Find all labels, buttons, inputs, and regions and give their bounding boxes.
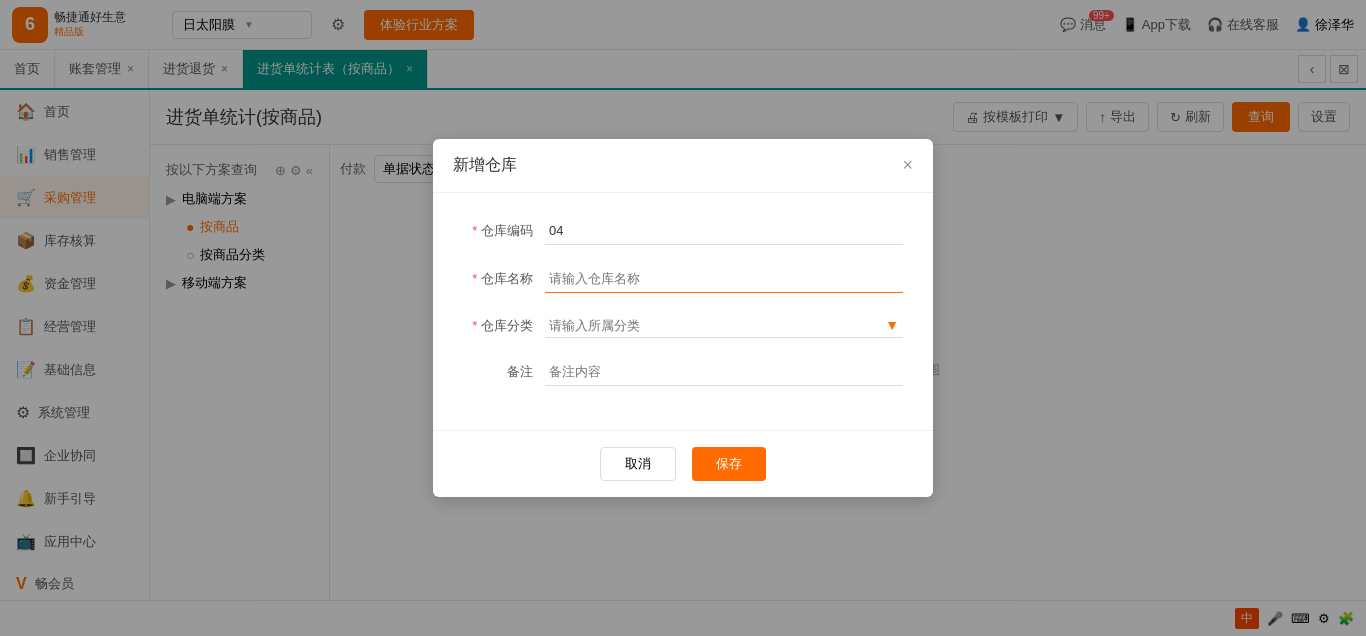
form-row-category: 仓库分类 ▼ [463,313,903,338]
code-input[interactable] [545,217,903,245]
category-input[interactable] [549,318,885,333]
note-label: 备注 [463,363,533,381]
save-button[interactable]: 保存 [692,447,766,481]
modal-overlay: 新增仓库 × 仓库编码 仓库名称 仓库分类 ▼ [0,0,1366,636]
name-label: 仓库名称 [463,270,533,288]
modal-header: 新增仓库 × [433,139,933,193]
code-label: 仓库编码 [463,222,533,240]
form-row-note: 备注 [463,358,903,386]
name-input[interactable] [545,265,903,293]
form-row-code: 仓库编码 [463,217,903,245]
modal-title: 新增仓库 [453,155,517,176]
category-label: 仓库分类 [463,317,533,335]
form-row-name: 仓库名称 [463,265,903,293]
category-down-icon: ▼ [885,317,899,333]
cancel-button[interactable]: 取消 [600,447,676,481]
modal-close-button[interactable]: × [902,155,913,176]
modal-body: 仓库编码 仓库名称 仓库分类 ▼ 备注 [433,193,933,430]
modal-new-warehouse: 新增仓库 × 仓库编码 仓库名称 仓库分类 ▼ [433,139,933,497]
note-input[interactable] [545,358,903,386]
modal-footer: 取消 保存 [433,430,933,497]
category-selector[interactable]: ▼ [545,313,903,338]
